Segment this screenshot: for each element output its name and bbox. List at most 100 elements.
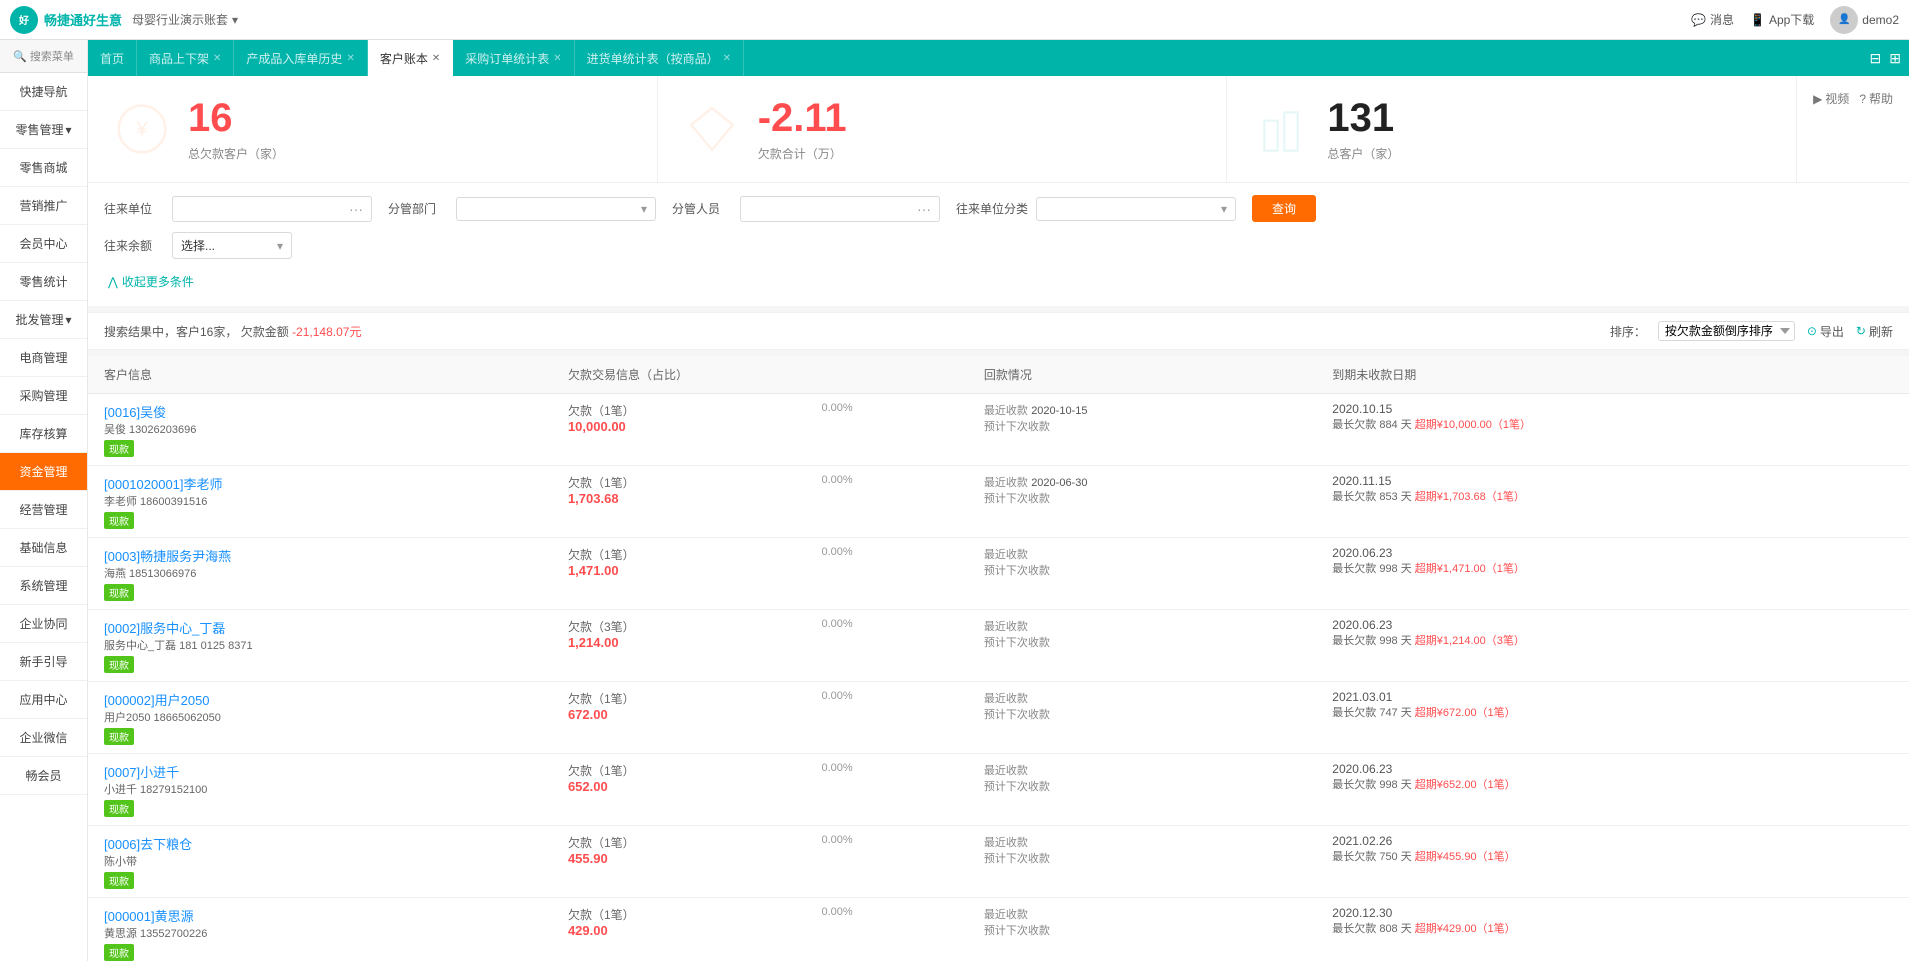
page-actions: ▶ 视频 ? 帮助 xyxy=(1797,76,1909,182)
debt-amount-7[interactable]: 429.00 xyxy=(568,923,790,938)
customer-name-7[interactable]: [000001]黄思源 xyxy=(104,906,536,925)
overdue-amount-2[interactable]: 超期¥1,471.00（1笔） xyxy=(1415,563,1525,575)
sidebar-search[interactable]: 🔍 搜索菜单 xyxy=(0,40,87,73)
customer-sub-1: 李老师 18600391516 xyxy=(104,493,536,509)
sidebar-item-member2[interactable]: 畅会员 xyxy=(0,757,87,795)
sidebar-item-purchase[interactable]: 采购管理 xyxy=(0,377,87,415)
sidebar-item-enterprise[interactable]: 企业协同 xyxy=(0,605,87,643)
debt-pct-cell-6: 0.00% xyxy=(805,826,967,898)
tab-purchase-stats[interactable]: 采购订单统计表 ✕ xyxy=(453,40,574,76)
sidebar-item-wholesale[interactable]: 批发管理 ▾ xyxy=(0,301,87,339)
customer-name-2[interactable]: [0003]畅捷服务尹海燕 xyxy=(104,546,536,565)
overdue-amount-7[interactable]: 超期¥429.00（1笔） xyxy=(1415,923,1516,935)
overdue-amount-4[interactable]: 超期¥672.00（1笔） xyxy=(1415,707,1516,719)
last-collect-label-3: 最近收款 xyxy=(984,621,1028,633)
overdue-amount-1[interactable]: 超期¥1,703.68（1笔） xyxy=(1415,491,1525,503)
sidebar-item-quick-nav[interactable]: 快捷导航 xyxy=(0,73,87,111)
last-collect-date-0: 2020-10-15 xyxy=(1031,405,1087,417)
recovery-cell-7: 最近收款 预计下次收款 xyxy=(968,898,1316,961)
filter-dept-input[interactable]: ▾ xyxy=(456,197,656,221)
sort-select[interactable]: 按欠款金额倒序排序 xyxy=(1658,321,1795,341)
sidebar-item-member[interactable]: 会员中心 xyxy=(0,225,87,263)
app-download-btn[interactable]: 📱 App下载 xyxy=(1750,11,1814,28)
customer-name-5[interactable]: [0007]小进千 xyxy=(104,762,536,781)
chevron-down-icon-bal: ▾ xyxy=(277,239,283,253)
user-avatar[interactable]: 👤 demo2 xyxy=(1830,6,1899,34)
sidebar-item-finance[interactable]: 资金管理 xyxy=(0,453,87,491)
tab-home[interactable]: 首页 xyxy=(88,40,137,76)
customer-tag-3: 现款 xyxy=(104,656,134,673)
sidebar-item-marketing[interactable]: 营销推广 xyxy=(0,187,87,225)
recovery-cell-4: 最近收款 预计下次收款 xyxy=(968,682,1316,754)
customer-name-0[interactable]: [0016]吴俊 xyxy=(104,402,536,421)
store-arrow-icon: ▾ xyxy=(232,13,238,27)
customer-name-1[interactable]: [0001020001]李老师 xyxy=(104,474,536,493)
close-tab-inbound-stats[interactable]: ✕ xyxy=(723,53,731,64)
sidebar-item-retail-stats[interactable]: 零售统计 xyxy=(0,263,87,301)
debt-pct-cell-0: 0.00% xyxy=(805,394,967,466)
tab-customer-ledger[interactable]: 客户账本 ✕ xyxy=(368,40,453,76)
filter-unit-input[interactable]: ··· xyxy=(172,196,372,222)
refresh-btn[interactable]: ↻ 刷新 xyxy=(1856,323,1893,340)
stat-total-label: 欠款合计（万） xyxy=(758,145,847,162)
customer-cell-3: [0002]服务中心_丁磊 服务中心_丁磊 181 0125 8371 现款 xyxy=(88,610,552,682)
close-tab-customer[interactable]: ✕ xyxy=(432,53,440,64)
due-cell-5: 2020.06.23 最长欠款 998 天 超期¥652.00（1笔） xyxy=(1316,754,1909,826)
customer-name-3[interactable]: [0002]服务中心_丁磊 xyxy=(104,618,536,637)
video-icon: ▶ xyxy=(1813,92,1822,106)
customer-tag-6: 现款 xyxy=(104,872,134,889)
collapse-button[interactable]: ⋀ 收起更多条件 xyxy=(104,269,1893,294)
message-btn[interactable]: 💬 消息 xyxy=(1691,11,1734,28)
customer-name-4[interactable]: [000002]用户2050 xyxy=(104,690,536,709)
debt-amount-3[interactable]: 1,214.00 xyxy=(568,635,790,650)
sidebar-item-retail-mall[interactable]: 零售商城 xyxy=(0,149,87,187)
maximize-icon[interactable]: ⊞ xyxy=(1889,50,1901,67)
tab-product-listing[interactable]: 商品上下架 ✕ xyxy=(137,40,234,76)
debt-amount-5[interactable]: 652.00 xyxy=(568,779,790,794)
filter-balance-select[interactable]: 选择... ▾ xyxy=(172,232,292,259)
overdue-amount-0[interactable]: 超期¥10,000.00（1笔） xyxy=(1415,419,1531,431)
overdue-amount-5[interactable]: 超期¥652.00（1笔） xyxy=(1415,779,1516,791)
export-btn[interactable]: ⊙ 导出 xyxy=(1807,323,1844,340)
tab-inbound-history[interactable]: 产成品入库单历史 ✕ xyxy=(234,40,367,76)
sidebar-item-retail-mgmt[interactable]: 零售管理 ▾ xyxy=(0,111,87,149)
filter-person: 分管人员 ··· xyxy=(672,196,940,222)
filter-category-input[interactable]: ▾ xyxy=(1036,197,1236,221)
collapse-icon: ⋀ xyxy=(108,275,118,289)
debt-amount-6[interactable]: 455.90 xyxy=(568,851,790,866)
debt-amount-4[interactable]: 672.00 xyxy=(568,707,790,722)
tab-inbound-stats[interactable]: 进货单统计表（按商品） ✕ xyxy=(575,40,744,76)
debt-amount-1[interactable]: 1,703.68 xyxy=(568,491,790,506)
results-bar: 搜索结果中，客户16家， 欠款金额 -21,148.07元 排序： 按欠款金额倒… xyxy=(88,312,1909,350)
filter-person-input[interactable]: ··· xyxy=(740,196,940,222)
close-tab-purchase[interactable]: ✕ xyxy=(553,53,561,64)
search-button[interactable]: 查询 xyxy=(1252,195,1316,222)
debt-amount-2[interactable]: 1,471.00 xyxy=(568,563,790,578)
customer-name-6[interactable]: [0006]去下粮仓 xyxy=(104,834,536,853)
sidebar-item-inventory[interactable]: 库存核算 xyxy=(0,415,87,453)
sidebar-item-ecommerce[interactable]: 电商管理 xyxy=(0,339,87,377)
close-tab-product[interactable]: ✕ xyxy=(213,53,221,64)
overdue-days-2: 最长欠款 998 天 xyxy=(1332,563,1415,575)
top-bar-left: 好 畅捷通好生意 母婴行业演示账套 ▾ xyxy=(10,6,238,34)
table-body: [0016]吴俊 吴俊 13026203696 现款 欠款（1笔） 10,000… xyxy=(88,394,1909,961)
debt-count-5: 欠款（1笔） xyxy=(568,762,790,779)
sidebar-item-newbie[interactable]: 新手引导 xyxy=(0,643,87,681)
sidebar-item-system[interactable]: 系统管理 xyxy=(0,567,87,605)
overdue-amount-3[interactable]: 超期¥1,214.00（3笔） xyxy=(1415,635,1525,647)
video-btn[interactable]: ▶ 视频 xyxy=(1813,90,1849,107)
sidebar-item-basic-info[interactable]: 基础信息 xyxy=(0,529,87,567)
debt-amount-0[interactable]: 10,000.00 xyxy=(568,419,790,434)
overdue-amount-6[interactable]: 超期¥455.90（1笔） xyxy=(1415,851,1516,863)
sidebar-item-app-center[interactable]: 应用中心 xyxy=(0,681,87,719)
sidebar-item-operation[interactable]: 经营管理 xyxy=(0,491,87,529)
minimize-icon[interactable]: ⊟ xyxy=(1870,50,1882,67)
due-cell-3: 2020.06.23 最长欠款 998 天 超期¥1,214.00（3笔） xyxy=(1316,610,1909,682)
sidebar-item-wechat[interactable]: 企业微信 xyxy=(0,719,87,757)
help-btn[interactable]: ? 帮助 xyxy=(1859,90,1893,107)
last-collect-label-1: 最近收款 xyxy=(984,477,1028,489)
filter-person-label: 分管人员 xyxy=(672,200,732,217)
close-tab-inbound[interactable]: ✕ xyxy=(346,53,354,64)
store-selector[interactable]: 母婴行业演示账套 ▾ xyxy=(132,11,238,28)
search-icon: 🔍 xyxy=(13,51,27,63)
